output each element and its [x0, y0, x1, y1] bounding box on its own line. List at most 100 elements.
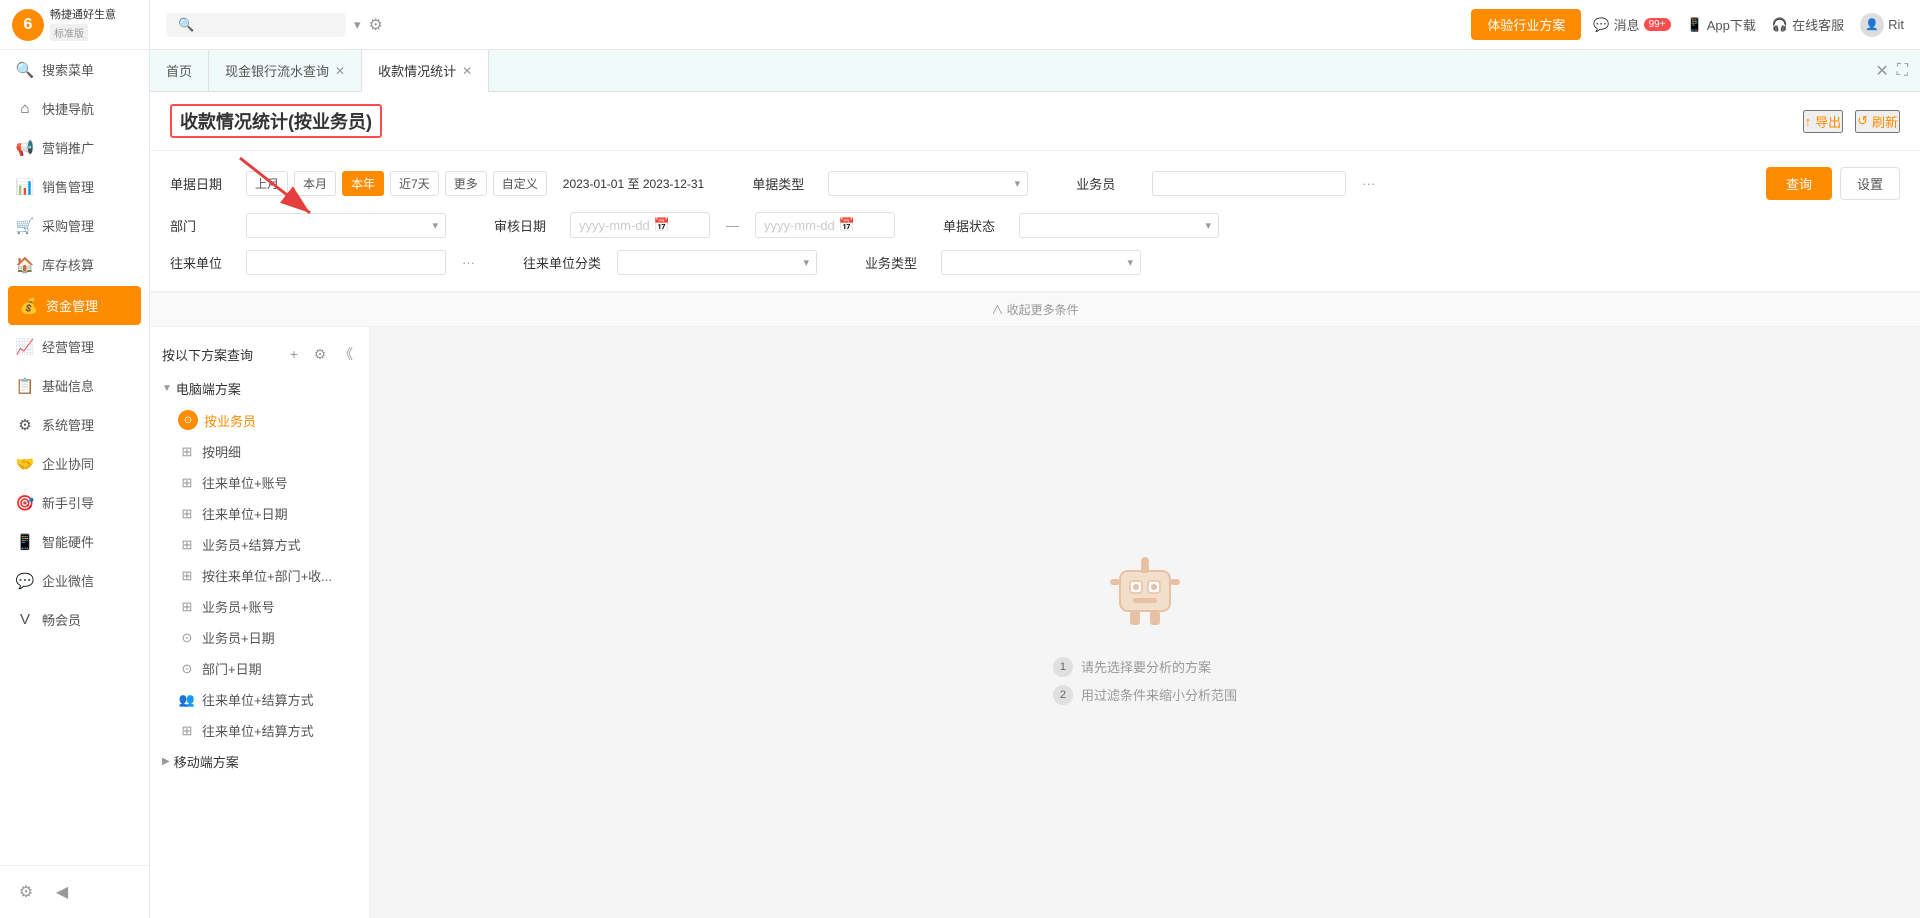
left-panel-collapse-icon[interactable]: 《 [335, 343, 357, 365]
counterpart-dots[interactable]: ··· [462, 255, 475, 270]
operation-icon: 📈 [16, 338, 34, 356]
review-date-label: 审核日期 [494, 216, 554, 235]
date-btn-more[interactable]: 更多 [445, 171, 487, 196]
plan-item-unit-settlement1[interactable]: 👥 往来单位+结算方式 [150, 684, 369, 715]
sidebar-item-newbie[interactable]: 🎯 新手引导 [0, 483, 149, 522]
dept-select[interactable] [246, 213, 446, 238]
calendar-icon-start: 📅 [654, 217, 670, 233]
plan-mingxi-icon: ⊞ [178, 443, 196, 461]
plan-item-salesperson[interactable]: ⊙ 按业务员 [150, 404, 369, 436]
date-btn-custom[interactable]: 自定义 [493, 171, 547, 196]
message-action[interactable]: 💬 消息 99+ [1593, 15, 1670, 34]
collapse-sidebar-icon[interactable]: ◀ [48, 878, 76, 906]
wechat-icon: 💬 [16, 572, 34, 590]
date-btn-group: 上月 本月 本年 近7天 更多 自定义 [246, 171, 547, 196]
date-range-display: 2023-01-01 至 2023-12-31 [563, 175, 704, 192]
settings-bottom-icon[interactable]: ⚙ [12, 878, 40, 906]
header-gear-icon[interactable]: ⚙ [369, 15, 383, 35]
doc-type-select[interactable] [828, 171, 1028, 196]
export-btn[interactable]: ↑ 导出 [1803, 110, 1844, 133]
app-download-action[interactable]: 📱 App下载 [1687, 15, 1756, 34]
sidebar-item-quicknav[interactable]: ⌂ 快捷导航 [0, 89, 149, 128]
sidebar-item-marketing[interactable]: 📢 营销推广 [0, 128, 149, 167]
plan-item-unit-date[interactable]: ⊞ 往来单位+日期 [150, 498, 369, 529]
review-date-start[interactable]: yyyy-mm-dd 📅 [570, 212, 710, 238]
dropdown-arrow-icon[interactable]: ▾ [354, 17, 361, 33]
salesperson-dots[interactable]: ··· [1362, 176, 1375, 191]
salesperson-input[interactable] [1152, 171, 1346, 196]
left-panel-settings-icon[interactable]: ⚙ [309, 343, 331, 365]
left-panel-add-icon[interactable]: + [283, 343, 305, 365]
online-service-action[interactable]: 🎧 在线客服 [1772, 15, 1844, 34]
date-btn-this-year[interactable]: 本年 [342, 171, 384, 196]
page-title: 收款情况统计(按业务员) [170, 104, 382, 138]
collapse-bar[interactable]: ∧ 收起更多条件 [150, 292, 1920, 327]
sidebar-item-inventory[interactable]: 🏠 库存核算 [0, 245, 149, 284]
dept-label: 部门 [170, 216, 230, 235]
plan-item-salesperson-date[interactable]: ⊙ 业务员+日期 [150, 622, 369, 653]
date-label: 单据日期 [170, 174, 230, 193]
left-panel-action-icons: + ⚙ 《 [283, 343, 357, 365]
logo-text-area: 畅捷通好生意 标准版 [50, 8, 116, 41]
mobile-plan-group-header[interactable]: ▶ 移动端方案 [150, 746, 369, 777]
sidebar-item-system[interactable]: ⚙ 系统管理 [0, 405, 149, 444]
empty-step-1: 1 请先选择要分析的方案 [1053, 657, 1237, 677]
filter-panel: 单据日期 上月 本月 本年 近7天 更多 自定义 2023-01-01 至 20… [150, 151, 1920, 292]
sidebar-item-finance[interactable]: 💰 资金管理 [8, 286, 141, 325]
page-content: 收款情况统计(按业务员) ↑ 导出 ↺ 刷新 单据日期 上月 本月 本年 [150, 92, 1920, 918]
sidebar-item-hardware[interactable]: 📱 智能硬件 [0, 522, 149, 561]
user-profile[interactable]: 👤 Rit [1860, 13, 1904, 37]
settings-btn[interactable]: 设置 [1840, 167, 1900, 200]
tab-collection-close-icon[interactable]: ✕ [462, 64, 472, 78]
sidebar-item-member[interactable]: V 畅会员 [0, 600, 149, 639]
sidebar-item-purchase[interactable]: 🛒 采购管理 [0, 206, 149, 245]
pc-plan-group-header[interactable]: ▼ 电脑端方案 [150, 373, 369, 404]
sidebar-item-operation[interactable]: 📈 经营管理 [0, 327, 149, 366]
plan-unit-settlement1-icon: 👥 [178, 691, 196, 709]
date-btn-last-month[interactable]: 上月 [246, 171, 288, 196]
sidebar-nav: 🔍 搜索菜单 ⌂ 快捷导航 📢 营销推广 📊 销售管理 🛒 采购管理 🏠 库存核… [0, 50, 149, 865]
step-2-num: 2 [1053, 685, 1073, 705]
pc-group-arrow-icon: ▼ [162, 383, 172, 394]
counterpart-category-select[interactable] [617, 250, 817, 275]
calendar-icon-end: 📅 [839, 217, 855, 233]
plan-salesperson-date-icon: ⊙ [178, 629, 196, 647]
doc-status-select[interactable] [1019, 213, 1219, 238]
username-label: Rit [1888, 17, 1904, 32]
plan-item-unit-dept[interactable]: ⊞ 按往来单位+部门+收... [150, 560, 369, 591]
tab-home[interactable]: 首页 [150, 50, 209, 92]
plan-item-unit-settlement2[interactable]: ⊞ 往来单位+结算方式 [150, 715, 369, 746]
enterprise-icon: 🤝 [16, 455, 34, 473]
tab-close-all-icon[interactable]: ✕ [1875, 61, 1888, 81]
step-1-num: 1 [1053, 657, 1073, 677]
tab-maximize-icon[interactable]: ⛶ [1897, 62, 1908, 80]
sidebar-item-basicinfo[interactable]: 📋 基础信息 [0, 366, 149, 405]
tab-bank[interactable]: 现金银行流水查询 ✕ [209, 50, 362, 92]
sidebar-item-wechat[interactable]: 💬 企业微信 [0, 561, 149, 600]
plan-item-unit-account[interactable]: ⊞ 往来单位+账号 [150, 467, 369, 498]
query-btn[interactable]: 查询 [1766, 167, 1832, 200]
refresh-btn[interactable]: ↺ 刷新 [1855, 110, 1900, 133]
filter-action-group: 查询 设置 [1766, 167, 1900, 200]
hardware-icon: 📱 [16, 533, 34, 551]
date-btn-last7days[interactable]: 近7天 [390, 171, 439, 196]
sidebar-item-enterprise[interactable]: 🤝 企业协同 [0, 444, 149, 483]
step-1-text: 请先选择要分析的方案 [1081, 657, 1211, 676]
sidebar-item-sales[interactable]: 📊 销售管理 [0, 167, 149, 206]
plan-item-dept-date[interactable]: ⊙ 部门+日期 [150, 653, 369, 684]
date-btn-this-month[interactable]: 本月 [294, 171, 336, 196]
review-date-end[interactable]: yyyy-mm-dd 📅 [755, 212, 895, 238]
filter-row-date: 单据日期 上月 本月 本年 近7天 更多 自定义 2023-01-01 至 20… [170, 167, 1900, 200]
plan-item-salesperson-settlement[interactable]: ⊞ 业务员+结算方式 [150, 529, 369, 560]
left-panel: 按以下方案查询 + ⚙ 《 ▼ 电脑端方案 ⊙ 按业务员 [150, 327, 370, 918]
sidebar-item-search[interactable]: 🔍 搜索菜单 [0, 50, 149, 89]
tab-collection[interactable]: 收款情况统计 ✕ [362, 50, 489, 92]
plan-item-salesperson-account[interactable]: ⊞ 业务员+账号 [150, 591, 369, 622]
header-search-box[interactable]: 🔍 [166, 13, 346, 37]
trial-btn[interactable]: 体验行业方案 [1471, 9, 1581, 40]
business-type-label: 业务类型 [865, 253, 925, 272]
counterpart-input[interactable] [246, 250, 446, 275]
tab-bank-close-icon[interactable]: ✕ [335, 64, 345, 78]
business-type-select[interactable] [941, 250, 1141, 275]
plan-item-mingxi[interactable]: ⊞ 按明细 [150, 436, 369, 467]
